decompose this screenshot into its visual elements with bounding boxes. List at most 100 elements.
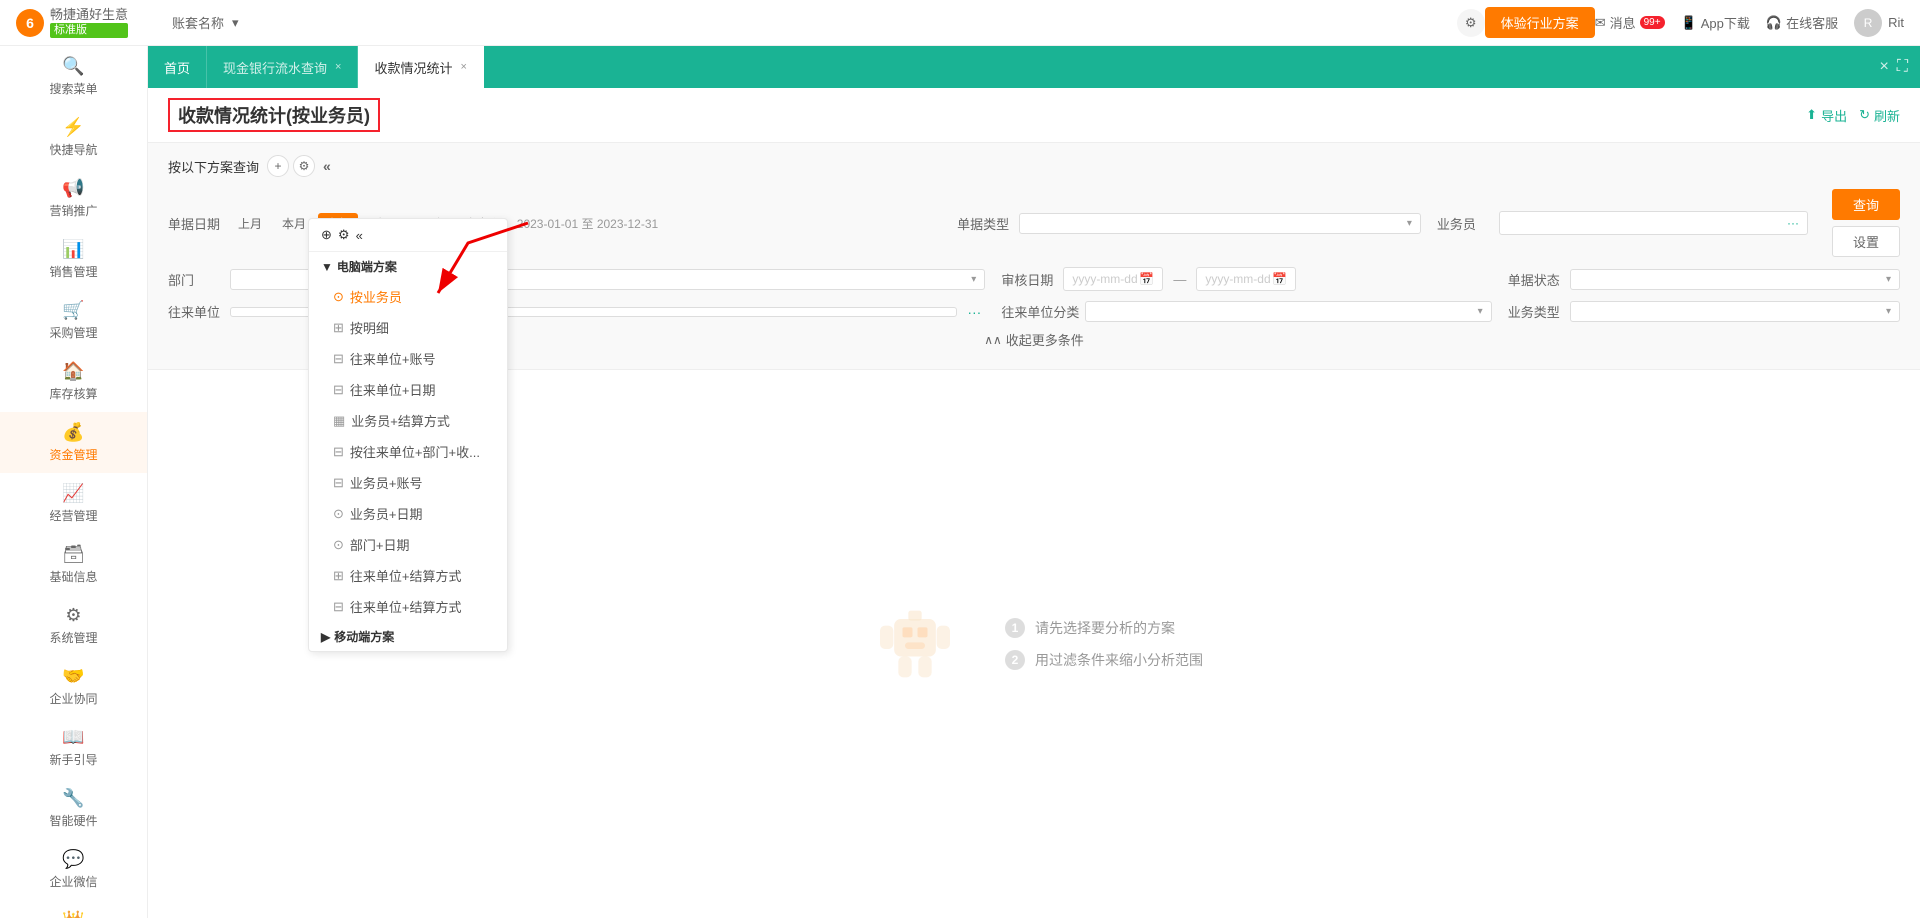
top-header: 6 畅捷通好生意 标准版 账套名称 ▾ ⚙ 体验行业方案 ✉ 消息 99+ 📱 … bbox=[0, 0, 1920, 46]
user-area[interactable]: R Rit bbox=[1854, 9, 1904, 37]
collapse-panel-btn[interactable]: « bbox=[323, 158, 331, 174]
date-label: 单据日期 bbox=[168, 214, 224, 233]
review-date-from-text: yyyy-mm-dd bbox=[1072, 272, 1137, 286]
content-area: 首页 现金银行流水查询 × 收款情况统计 × × ⛶ 收款情况统计(按业务员) bbox=[148, 46, 1920, 918]
enterprise-icon: 🤝 bbox=[62, 666, 84, 687]
step-2-num: 2 bbox=[1005, 650, 1025, 670]
scheme-item-sales-payment[interactable]: ▦ 业务员+结算方式 bbox=[309, 405, 507, 436]
sidebar-item-marketing[interactable]: 📢 营销推广 bbox=[0, 168, 147, 229]
settings-gear-btn[interactable]: ⚙ bbox=[1457, 9, 1485, 37]
tab-home[interactable]: 首页 bbox=[148, 46, 207, 88]
refresh-btn[interactable]: ↻ 刷新 bbox=[1859, 106, 1900, 125]
sidebar-item-enterprise[interactable]: 🤝 企业协同 bbox=[0, 656, 147, 717]
filter-item-partner-category: 往来单位分类 ▾ bbox=[1001, 301, 1491, 322]
scheme-panel-collapse-icon[interactable]: « bbox=[356, 228, 363, 243]
partner-category-label: 往来单位分类 bbox=[1001, 302, 1079, 321]
message-btn[interactable]: ✉ 消息 99+ bbox=[1595, 13, 1665, 32]
scheme-item-partner-settlement1[interactable]: ⊞ 往来单位+结算方式 bbox=[309, 560, 507, 591]
salesperson-select[interactable]: ··· bbox=[1499, 211, 1808, 235]
filter-item-review-date: 审核日期 yyyy-mm-dd 📅 — yyyy-mm-dd 📅 bbox=[1001, 267, 1491, 291]
partner-category-arrow-icon: ▾ bbox=[1478, 306, 1483, 317]
header-actions: ✉ 消息 99+ 📱 App下载 🎧 在线客服 R Rit bbox=[1595, 9, 1904, 37]
biz-type-arrow-icon: ▾ bbox=[1886, 306, 1891, 317]
scheme-item-partner-dept[interactable]: ⊟ 按往来单位+部门+收... bbox=[309, 436, 507, 467]
online-service-icon: 🎧 bbox=[1766, 15, 1782, 31]
app-download-btn[interactable]: 📱 App下载 bbox=[1681, 13, 1750, 32]
export-icon: ⬆ bbox=[1806, 107, 1817, 123]
sidebar-purchase-label: 采购管理 bbox=[49, 324, 97, 341]
tab-actions: × ⛶ bbox=[1867, 46, 1920, 88]
scheme-item-label-detail: 按明细 bbox=[350, 318, 389, 337]
tab-home-label: 首页 bbox=[164, 58, 190, 77]
nav-breadcrumb: 账套名称 ▾ bbox=[172, 13, 1457, 32]
marketing-icon: 📢 bbox=[62, 178, 84, 199]
app-name: 畅捷通好生意 bbox=[50, 7, 128, 23]
scheme-item-dept-date[interactable]: ⊙ 部门+日期 bbox=[309, 529, 507, 560]
scheme-item-by-salesperson[interactable]: ⊙ 按业务员 bbox=[309, 281, 507, 312]
scheme-item-partner-date[interactable]: ⊟ 往来单位+日期 bbox=[309, 374, 507, 405]
scheme-panel-setting-icon[interactable]: ⚙ bbox=[338, 227, 350, 243]
biz-type-select[interactable]: ▾ bbox=[1570, 301, 1900, 322]
sidebar-search-label: 搜索菜单 bbox=[49, 80, 97, 97]
scheme-setting-btn[interactable]: ⚙ bbox=[293, 155, 315, 177]
filter-item-bill-status: 单据状态 ▾ bbox=[1508, 269, 1900, 290]
breadcrumb-arrow-icon[interactable]: ▾ bbox=[232, 15, 239, 31]
purchase-icon: 🛒 bbox=[62, 300, 84, 321]
tab-cash-flow-close[interactable]: × bbox=[335, 61, 341, 73]
sidebar-item-basic-info[interactable]: 🗃 基础信息 bbox=[0, 534, 147, 595]
sidebar-item-business[interactable]: 📈 经营管理 bbox=[0, 473, 147, 534]
scheme-item-sales-date[interactable]: ⊙ 业务员+日期 bbox=[309, 498, 507, 529]
scheme-mobile-arrow-icon[interactable]: ▶ bbox=[321, 630, 330, 644]
user-avatar: R bbox=[1854, 9, 1882, 37]
tab-cash-flow[interactable]: 现金银行流水查询 × bbox=[207, 46, 358, 88]
sidebar-item-sales[interactable]: 📊 销售管理 bbox=[0, 229, 147, 290]
quicknav-icon: ⚡ bbox=[62, 117, 84, 138]
review-date-to[interactable]: yyyy-mm-dd 📅 bbox=[1196, 267, 1296, 291]
expand-tabs-btn[interactable]: ⛶ bbox=[1897, 58, 1908, 76]
close-all-tabs-btn[interactable]: × bbox=[1879, 58, 1888, 76]
partner-category-select[interactable]: ▾ bbox=[1085, 301, 1491, 322]
filter-setting-btn[interactable]: 设置 bbox=[1832, 226, 1900, 257]
bill-type-arrow-icon: ▾ bbox=[1407, 218, 1412, 229]
scheme-desktop-arrow-icon[interactable]: ▼ bbox=[321, 260, 333, 274]
partner-ellipsis-btn[interactable]: ··· bbox=[967, 304, 981, 320]
sidebar-item-guide[interactable]: 📖 新手引导 bbox=[0, 717, 147, 778]
sidebar-item-inventory[interactable]: 🏠 库存核算 bbox=[0, 351, 147, 412]
system-icon: ⚙ bbox=[65, 605, 81, 626]
scheme-item-label-partner-account: 往来单位+账号 bbox=[350, 349, 436, 368]
online-service-btn[interactable]: 🎧 在线客服 bbox=[1766, 13, 1838, 32]
sidebar-item-vip[interactable]: 👑 畅会员 bbox=[0, 900, 147, 918]
sidebar: 🔍 搜索菜单 ⚡ 快捷导航 📢 营销推广 📊 销售管理 🛒 采购管理 🏠 库存核… bbox=[0, 46, 148, 918]
sidebar-item-search[interactable]: 🔍 搜索菜单 bbox=[0, 46, 147, 107]
refresh-icon: ↻ bbox=[1859, 107, 1870, 123]
scheme-item-partner-settlement2[interactable]: ⊟ 往来单位+结算方式 bbox=[309, 591, 507, 622]
export-label: 导出 bbox=[1821, 106, 1847, 125]
add-scheme-btn[interactable]: + bbox=[267, 155, 289, 177]
scheme-panel-add-icon[interactable]: ⊕ bbox=[321, 227, 332, 243]
scheme-item-partner-account[interactable]: ⊟ 往来单位+账号 bbox=[309, 343, 507, 374]
page-header: 收款情况统计(按业务员) ⬆ 导出 ↻ 刷新 bbox=[148, 88, 1920, 143]
tab-collection-stats-close[interactable]: × bbox=[460, 61, 466, 73]
sidebar-item-hardware[interactable]: 🔧 智能硬件 bbox=[0, 778, 147, 839]
scheme-panel: ⊕ ⚙ « ▼ 电脑端方案 ⊙ 按业务员 ⊞ 按明细 ⊟ bbox=[308, 218, 508, 652]
trial-industry-btn[interactable]: 体验行业方案 bbox=[1485, 7, 1595, 38]
date-btn-last-month[interactable]: 上月 bbox=[230, 213, 270, 234]
filter-item-dept: 部门 ▾ bbox=[168, 269, 985, 290]
sidebar-item-wechat[interactable]: 💬 企业微信 bbox=[0, 839, 147, 900]
vip-icon: 👑 bbox=[62, 910, 84, 918]
sidebar-item-finance[interactable]: 💰 资金管理 bbox=[0, 412, 147, 473]
export-btn[interactable]: ⬆ 导出 bbox=[1806, 106, 1847, 125]
sidebar-item-purchase[interactable]: 🛒 采购管理 bbox=[0, 290, 147, 351]
sidebar-item-system[interactable]: ⚙ 系统管理 bbox=[0, 595, 147, 656]
scheme-item-by-detail[interactable]: ⊞ 按明细 bbox=[309, 312, 507, 343]
sidebar-guide-label: 新手引导 bbox=[49, 751, 97, 768]
sidebar-item-quicknav[interactable]: ⚡ 快捷导航 bbox=[0, 107, 147, 168]
query-btn[interactable]: 查询 bbox=[1832, 189, 1900, 220]
filter-item-bill-type: 单据类型 ▾ bbox=[957, 213, 1421, 234]
page-header-actions: ⬆ 导出 ↻ 刷新 bbox=[1806, 106, 1900, 125]
review-date-from[interactable]: yyyy-mm-dd 📅 bbox=[1063, 267, 1163, 291]
scheme-item-sales-account[interactable]: ⊟ 业务员+账号 bbox=[309, 467, 507, 498]
bill-status-select[interactable]: ▾ bbox=[1570, 269, 1900, 290]
tab-collection-stats[interactable]: 收款情况统计 × bbox=[358, 46, 483, 88]
bill-type-select[interactable]: ▾ bbox=[1019, 213, 1421, 234]
